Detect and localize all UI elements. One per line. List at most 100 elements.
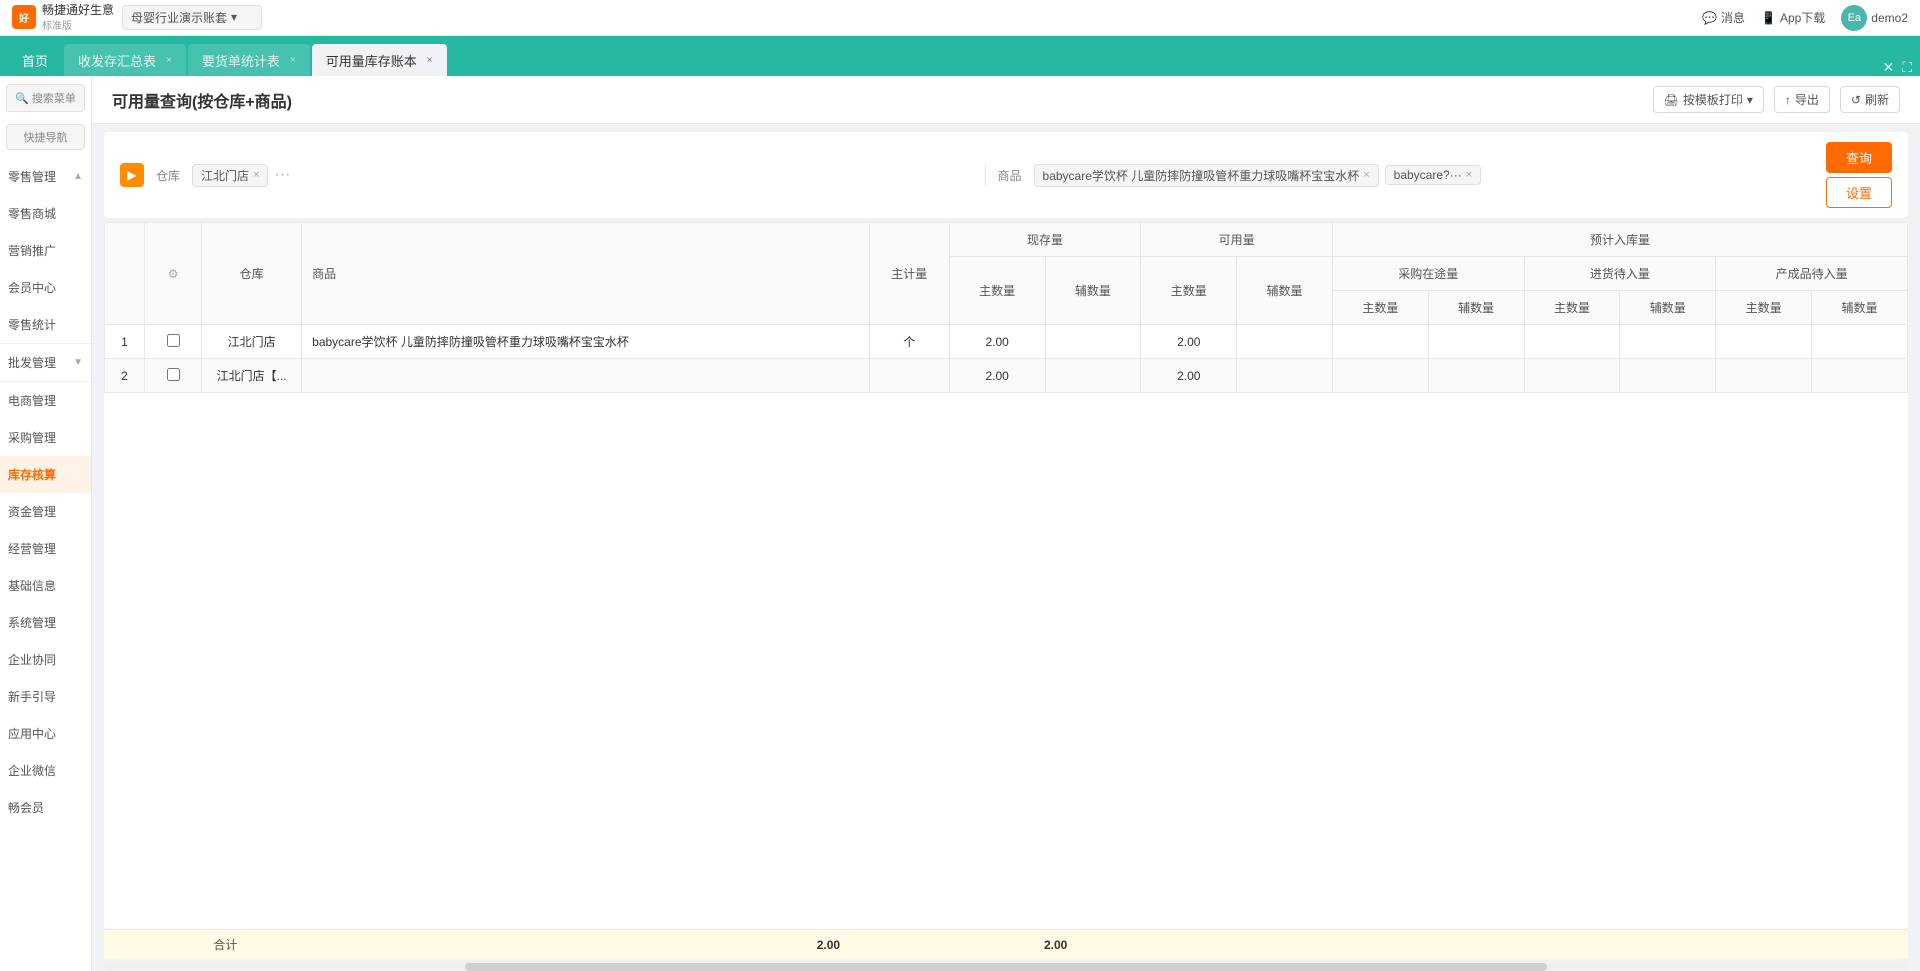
logo-area: 好 畅捷通好生意 标准版 [12,3,114,32]
th-available-aux: 辅数量 [1237,257,1333,325]
horizontal-scrollbar[interactable] [104,963,1908,971]
sidebar-item-finance[interactable]: 资金管理 [0,493,91,530]
tab-receive-label: 收发存汇总表 [78,51,156,70]
tab-order-label: 要货单统计表 [202,51,280,70]
warehouse-tag-close[interactable]: × [253,169,259,181]
sidebar-item-wholesale[interactable]: 批发管理 ▼ [0,344,91,381]
chevron-down-icon: ▾ [231,10,237,24]
cell-warehouse: 江北门店 [202,325,302,359]
app-download-button[interactable]: 📱 App下载 [1761,9,1825,26]
user-menu[interactable]: Ea demo2 [1841,5,1908,31]
th-incoming-main: 主数量 [1524,291,1620,325]
product-tag-1[interactable]: babycare学饮杯 儿童防摔防撞吸管杯重力球吸嘴杯宝宝水杯 × [1034,164,1379,187]
tab-order-close[interactable]: × [290,55,296,66]
cell-incoming-main [1524,359,1620,393]
quick-nav-button[interactable]: 快捷导航 [6,124,85,150]
logo-icon: 好 [12,5,36,29]
sidebar-item-marketing[interactable]: 营销推广 [0,232,91,269]
th-warehouse: 仓库 [202,223,302,325]
cell-incoming-aux [1620,359,1716,393]
scrollbar-thumb[interactable] [465,963,1547,971]
cell-unit [869,359,949,393]
cell-available-main: 2.00 [1141,359,1237,393]
tab-receive-summary[interactable]: 收发存汇总表 × [64,44,186,76]
footer-stock-main: 2.00 [772,930,886,959]
tab-available-close[interactable]: × [427,55,433,66]
cell-checkbox[interactable] [145,325,202,359]
sidebar-item-retail-stats[interactable]: 零售统计 [0,306,91,343]
query-button[interactable]: 查询 [1826,142,1892,173]
industry-selector[interactable]: 母婴行业演示账套 ▾ [122,5,262,30]
cell-available-aux [1237,359,1333,393]
app-icon: 📱 [1761,11,1776,25]
close-all-icon[interactable]: ✕ [1882,59,1894,76]
product-tag-2-close[interactable]: × [1466,169,1472,181]
cell-production-aux [1812,359,1908,393]
cell-stock-aux [1045,359,1141,393]
footer-available-main: 2.00 [999,930,1113,959]
filter-buttons: 查询 设置 [1826,142,1892,208]
sidebar-item-newbie[interactable]: 新手引导 [0,678,91,715]
warehouse-tag[interactable]: 江北门店 × [192,164,268,187]
th-purchase-group: 采购在途量 [1332,257,1524,291]
sidebar-item-retail-mall[interactable]: 零售商城 [0,195,91,232]
message-button[interactable]: 💬 消息 [1702,9,1745,26]
template-print-button[interactable]: 🖨 按模板打印 ▾ [1653,86,1764,113]
sidebar-item-purchase[interactable]: 采购管理 [0,419,91,456]
sidebar-item-operations[interactable]: 经营管理 [0,530,91,567]
top-bar-right: 💬 消息 📱 App下载 Ea demo2 [1702,5,1908,31]
cell-unit: 个 [869,325,949,359]
app-download-label: App下载 [1780,9,1825,26]
export-button[interactable]: ↑ 导出 [1774,86,1830,113]
cell-product: babycare学饮杯 儿童防摔防撞吸管杯重力球吸嘴杯宝宝水杯 [302,325,870,359]
row-checkbox[interactable] [167,334,180,347]
warehouse-more-icon[interactable]: ··· [274,166,290,184]
product-tag-1-close[interactable]: × [1363,169,1369,181]
setting-button[interactable]: 设置 [1826,177,1892,208]
filter-toggle-button[interactable]: ▶ [120,163,144,187]
th-purchase-main: 主数量 [1332,291,1428,325]
tab-order-stats[interactable]: 要货单统计表 × [188,44,310,76]
sidebar-item-inventory[interactable]: 库存核算 [0,456,91,493]
footer-production-aux [1794,930,1908,959]
sidebar-search-area: 🔍 搜索菜单 [0,76,91,120]
sidebar-item-member[interactable]: 会员中心 [0,269,91,306]
tab-available-label: 可用量库存账本 [326,51,417,70]
sidebar-item-wechat-work[interactable]: 企业微信 [0,752,91,789]
cell-checkbox[interactable] [145,359,202,393]
tab-receive-close[interactable]: × [166,55,172,66]
th-incoming-group: 进货待入量 [1524,257,1716,291]
sidebar-item-ecommerce[interactable]: 电商管理 [0,382,91,419]
product-filter-tags: babycare学饮杯 儿童防摔防撞吸管杯重力球吸嘴杯宝宝水杯 × babyca… [1034,164,1814,187]
sidebar-section-wholesale: 批发管理 ▼ [0,344,91,382]
sidebar-item-basics[interactable]: 基础信息 [0,567,91,604]
cell-stock-main: 2.00 [949,325,1045,359]
th-stock-main: 主数量 [949,257,1045,325]
tab-home[interactable]: 首页 [8,44,62,76]
th-product: 商品 [302,223,870,325]
sidebar-item-member-pro[interactable]: 畅会员 [0,789,91,826]
quick-nav-area: 快捷导航 [0,120,91,158]
sidebar-item-system[interactable]: 系统管理 [0,604,91,641]
th-gear[interactable]: ⚙ [145,223,202,325]
product-tag-2[interactable]: babycare?··· × [1385,165,1481,185]
row-checkbox[interactable] [167,368,180,381]
sidebar-item-collaboration[interactable]: 企业协同 [0,641,91,678]
search-menu-button[interactable]: 🔍 搜索菜单 [6,84,85,112]
cell-available-main: 2.00 [1141,325,1237,359]
th-main-unit: 主计量 [869,223,949,325]
footer-gear-cell [161,930,204,959]
tab-available-stock[interactable]: 可用量库存账本 × [312,44,447,76]
cell-seq: 1 [105,325,145,359]
content-area: 可用量查询(按仓库+商品) 🖨 按模板打印 ▾ ↑ 导出 ↺ 刷新 [92,76,1920,971]
sidebar-item-retail-management[interactable]: 零售管理 ▲ [0,158,91,195]
filter-bar: ▶ 仓库 江北门店 × ··· 商品 babycare学饮杯 儿童防摔防撞吸管杯… [104,132,1908,218]
sidebar-item-app-center[interactable]: 应用中心 [0,715,91,752]
gear-icon[interactable]: ⚙ [168,267,179,281]
product-filter-label: 商品 [998,167,1022,184]
cell-incoming-main [1524,325,1620,359]
fullscreen-icon[interactable]: ⛶ [1902,59,1912,76]
refresh-button[interactable]: ↺ 刷新 [1840,86,1900,113]
page-actions: 🖨 按模板打印 ▾ ↑ 导出 ↺ 刷新 [1653,86,1900,113]
cell-stock-aux [1045,325,1141,359]
